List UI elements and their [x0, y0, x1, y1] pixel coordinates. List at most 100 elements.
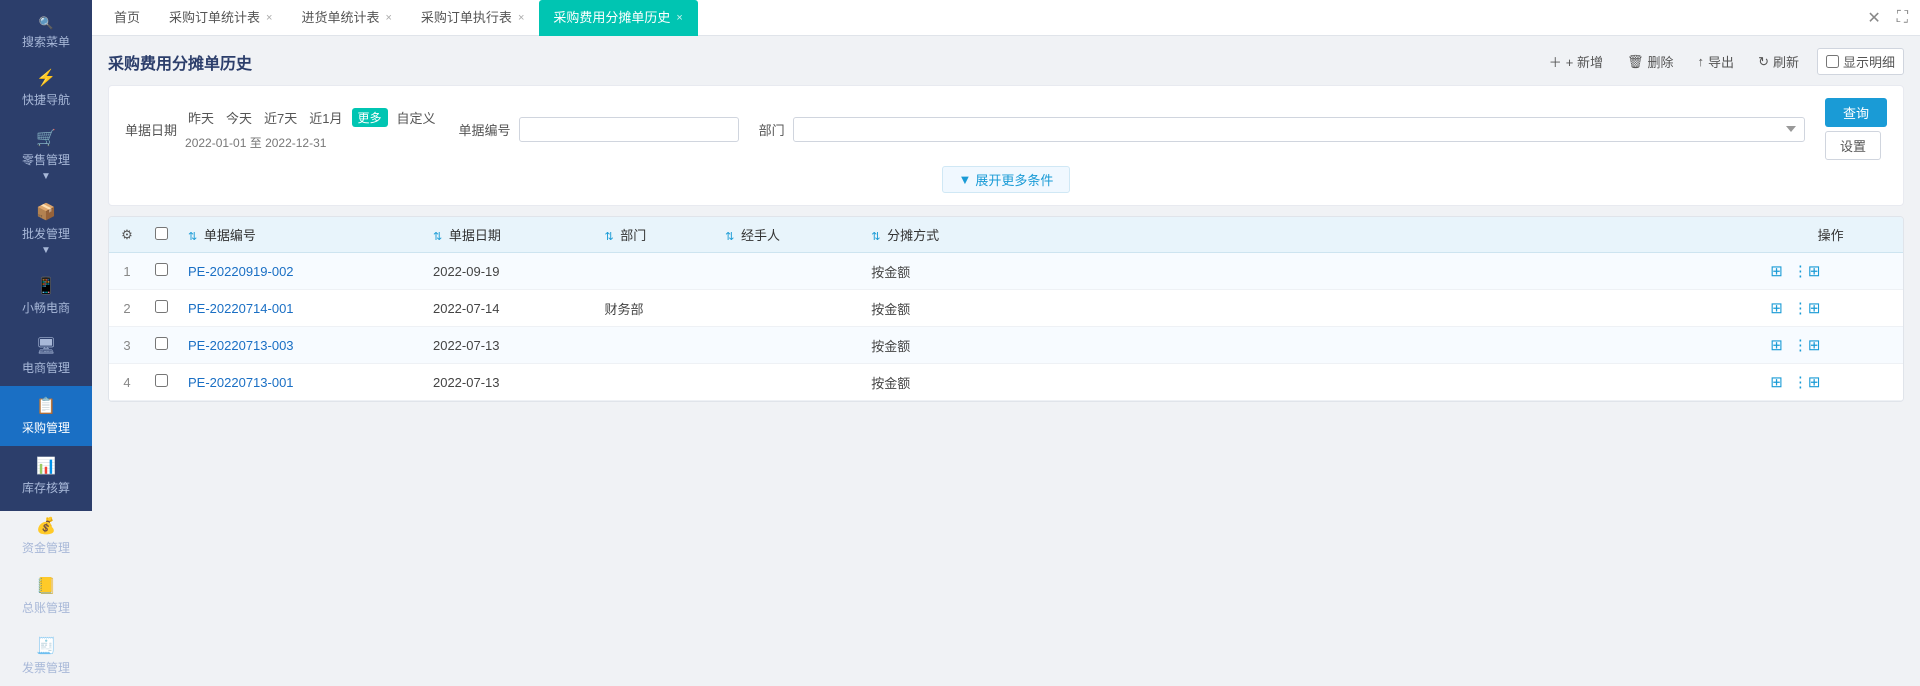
page-content: 采购费用分摊单历史 ＋ + 新增 🗑 删除 ↑ 导出 ↻ 刷新	[92, 36, 1920, 511]
settings-button[interactable]: 设置	[1825, 131, 1881, 160]
doc-no-field: 单据编号	[459, 117, 739, 142]
tab-purchase-exec[interactable]: 采购订单执行表 ×	[407, 0, 539, 36]
chevron-down-icon: ▼	[41, 171, 51, 182]
row-handler	[715, 253, 861, 290]
row-doc-no[interactable]: PE-20220714-001	[178, 290, 423, 327]
select-all-checkbox[interactable]	[155, 227, 168, 240]
doc-no-input[interactable]	[519, 117, 739, 142]
row-doc-no[interactable]: PE-20220713-001	[178, 364, 423, 401]
row-doc-date: 2022-07-13	[423, 327, 594, 364]
tab-close-purchase-fee[interactable]: ×	[676, 0, 682, 36]
retail-icon: 🛒	[36, 128, 56, 148]
sort-icon-dept: ⇅	[604, 231, 613, 243]
tab-stock-stats-label: 进货单统计表	[301, 0, 379, 36]
sidebar-item-purchase[interactable]: 📋 采购管理	[0, 386, 92, 446]
sidebar-label-invoice: 发票管理	[22, 659, 70, 676]
ledger-icon: 📒	[36, 576, 56, 596]
shortcut-yesterday[interactable]: 昨天	[185, 107, 217, 128]
sidebar-item-finance[interactable]: 💰 资金管理	[0, 506, 92, 566]
sidebar-item-ecommerce[interactable]: 🖥 电商管理	[0, 326, 92, 386]
shortcut-today[interactable]: 今天	[223, 107, 255, 128]
row-checkbox[interactable]	[155, 374, 168, 387]
sidebar-item-search[interactable]: 🔍 搜索菜单	[0, 8, 92, 58]
row-checkbox[interactable]	[155, 263, 168, 276]
row-checkbox[interactable]	[155, 337, 168, 350]
dept-select[interactable]	[793, 117, 1805, 142]
row-dept	[594, 364, 715, 401]
tab-purchase-order-stats[interactable]: 采购订单统计表 ×	[155, 0, 287, 36]
th-doc-date: ⇅ 单据日期	[423, 217, 594, 253]
search-panel: 单据日期 昨天 今天 近7天 近1月 更多 自定义 2022-01-01 至 2…	[108, 85, 1904, 206]
refresh-button[interactable]: ↻ 刷新	[1752, 50, 1805, 73]
row-ops: ⊞ ⋮⊞	[1758, 253, 1903, 290]
row-doc-no[interactable]: PE-20220713-003	[178, 327, 423, 364]
th-doc-no: ⇅ 单据编号	[178, 217, 423, 253]
view-icon[interactable]: ⊞	[1768, 334, 1785, 356]
show-cols-button[interactable]: 显示明细	[1817, 48, 1904, 75]
sidebar-item-retail[interactable]: 🛒 零售管理 ▼	[0, 118, 92, 192]
shortcut-7days[interactable]: 近7天	[261, 107, 300, 128]
row-doc-no[interactable]: PE-20220919-002	[178, 253, 423, 290]
row-checkbox[interactable]	[155, 300, 168, 313]
add-icon: ＋	[1549, 52, 1562, 71]
tab-close-stock-stats[interactable]: ×	[385, 0, 391, 36]
row-num: 1	[109, 253, 145, 290]
tab-close-purchase-order-stats[interactable]: ×	[266, 0, 272, 36]
row-checkbox-cell	[145, 253, 178, 290]
tab-stock-stats[interactable]: 进货单统计表 ×	[287, 0, 406, 36]
row-split-method: 按金额	[861, 327, 1758, 364]
query-button[interactable]: 查询	[1825, 98, 1887, 127]
tab-close-all-button[interactable]: ✕	[1863, 6, 1884, 30]
table-row: 1 PE-20220919-002 2022-09-19 按金额 ⊞ ⋮⊞	[109, 253, 1903, 290]
more-icon[interactable]: ⋮⊞	[1791, 297, 1823, 319]
sidebar-item-quick[interactable]: ⚡ 快捷导航	[0, 58, 92, 118]
row-handler	[715, 327, 861, 364]
sidebar-item-inventory[interactable]: 📊 库存核算	[0, 446, 92, 506]
view-icon[interactable]: ⊞	[1768, 297, 1785, 319]
export-button[interactable]: ↑ 导出	[1692, 50, 1741, 73]
view-icon[interactable]: ⊞	[1768, 371, 1785, 393]
sidebar-label-wholesale: 批发管理	[22, 225, 70, 242]
expand-conditions-button[interactable]: ▼ 展开更多条件	[942, 166, 1071, 193]
table-header-row: ⚙ ⇅ 单据编号 ⇅ 单据日期	[109, 217, 1903, 253]
tab-home[interactable]: 首页	[100, 0, 155, 36]
more-icon[interactable]: ⋮⊞	[1791, 334, 1823, 356]
sort-icon-handler: ⇅	[725, 231, 734, 243]
row-ops: ⊞ ⋮⊞	[1758, 327, 1903, 364]
sidebar-item-mobile[interactable]: 📱 小畅电商	[0, 266, 92, 326]
view-icon[interactable]: ⊞	[1768, 260, 1785, 282]
row-num: 2	[109, 290, 145, 327]
sidebar-item-invoice[interactable]: 🧾 发票管理	[0, 626, 92, 686]
ecommerce-icon: 🖥	[36, 336, 56, 356]
sidebar-item-ledger[interactable]: 📒 总账管理	[0, 566, 92, 626]
sidebar-label-purchase: 采购管理	[22, 419, 70, 436]
quick-icon: ⚡	[36, 68, 56, 88]
row-doc-date: 2022-07-14	[423, 290, 594, 327]
tab-purchase-order-stats-label: 采购订单统计表	[169, 0, 260, 36]
row-checkbox-cell	[145, 327, 178, 364]
shortcut-custom[interactable]: 自定义	[394, 107, 439, 128]
shortcut-more[interactable]: 更多	[352, 108, 388, 127]
add-button[interactable]: ＋ + 新增	[1543, 50, 1609, 73]
tab-maximize-button[interactable]: ⛶	[1893, 7, 1912, 29]
tab-bar: 首页 采购订单统计表 × 进货单统计表 × 采购订单执行表 × 采购费用分摊单历…	[92, 0, 1920, 36]
gear-icon[interactable]: ⚙	[121, 227, 133, 242]
tab-close-purchase-exec[interactable]: ×	[518, 0, 524, 36]
show-cols-checkbox[interactable]	[1826, 55, 1839, 68]
refresh-label: 刷新	[1773, 52, 1799, 71]
export-icon: ↑	[1698, 54, 1705, 69]
row-handler	[715, 364, 861, 401]
tab-purchase-fee[interactable]: 采购费用分摊单历史 ×	[539, 0, 697, 36]
table-row: 2 PE-20220714-001 2022-07-14 财务部 按金额 ⊞ ⋮…	[109, 290, 1903, 327]
row-split-method: 按金额	[861, 253, 1758, 290]
row-dept: 财务部	[594, 290, 715, 327]
delete-button[interactable]: 🗑 删除	[1621, 50, 1680, 73]
more-icon[interactable]: ⋮⊞	[1791, 260, 1823, 282]
shortcut-1month[interactable]: 近1月	[306, 107, 345, 128]
th-ops: 操作	[1758, 217, 1903, 253]
th-dept-label: 部门	[620, 228, 646, 243]
sidebar-label-mobile: 小畅电商	[22, 299, 70, 316]
more-icon[interactable]: ⋮⊞	[1791, 371, 1823, 393]
sidebar-item-wholesale[interactable]: 📦 批发管理 ▼	[0, 192, 92, 266]
add-label: + 新增	[1566, 52, 1603, 71]
